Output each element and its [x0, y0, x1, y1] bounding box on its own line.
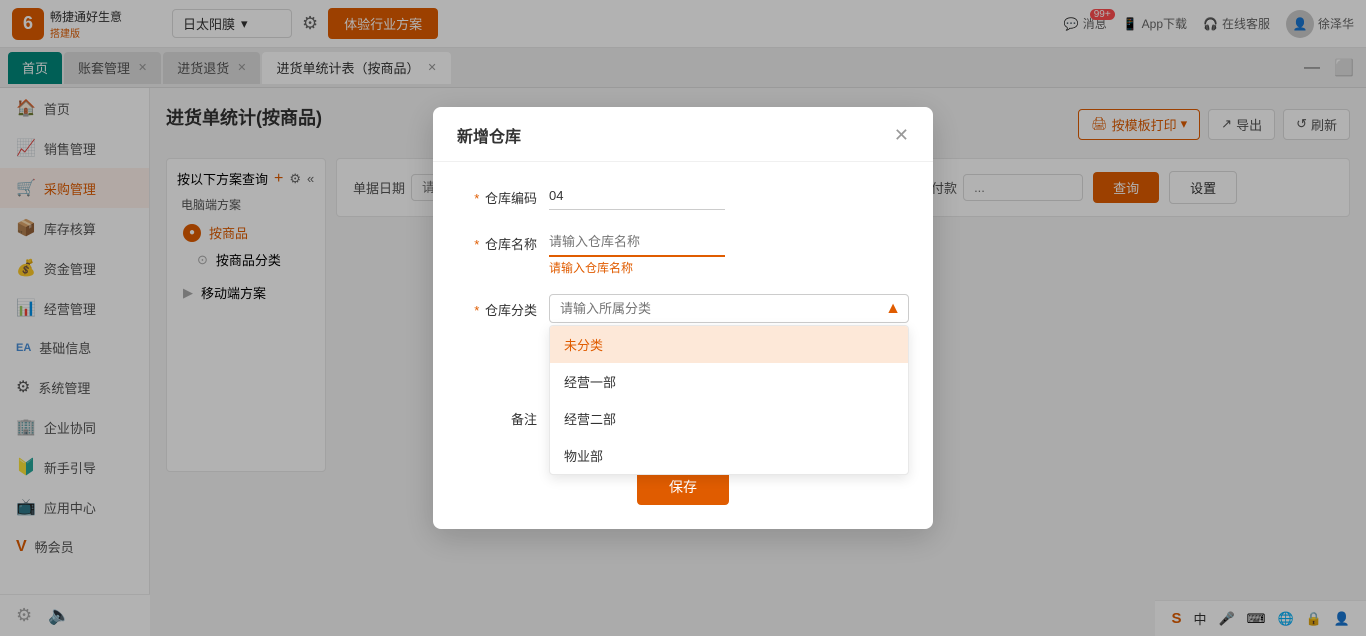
dropdown-option-2[interactable]: 经营二部	[550, 400, 908, 437]
name-input[interactable]	[549, 228, 725, 257]
name-label: * 仓库名称	[457, 228, 537, 253]
modal-title: 新增仓库	[457, 123, 521, 147]
category-label: * 仓库分类	[457, 294, 537, 319]
dropdown-option-1[interactable]: 经营一部	[550, 363, 908, 400]
name-error-msg: 请输入仓库名称	[549, 259, 909, 276]
category-field-wrap: ▲ 未分类 经营一部 经营二部 物业部	[549, 294, 909, 323]
dropdown-option-3[interactable]: 物业部	[550, 437, 908, 474]
modal-close-btn[interactable]: ✕	[894, 125, 909, 146]
name-field-wrap: 请输入仓库名称	[549, 228, 909, 276]
form-row-code: * 仓库编码	[457, 182, 909, 210]
dropdown-option-0[interactable]: 未分类	[550, 326, 908, 363]
modal-body: * 仓库编码 * 仓库名称 请输入仓库名称	[433, 162, 933, 469]
new-warehouse-modal: 新增仓库 ✕ * 仓库编码 * 仓库名称	[433, 107, 933, 529]
note-label: 备注	[457, 403, 537, 428]
category-dropdown-wrap: ▲	[549, 294, 909, 323]
modal-header: 新增仓库 ✕	[433, 107, 933, 162]
modal-overlay: 新增仓库 ✕ * 仓库编码 * 仓库名称	[0, 0, 1366, 636]
dropdown-arrow-icon[interactable]: ▲	[885, 300, 901, 318]
category-dropdown-list: 未分类 经营一部 经营二部 物业部	[549, 325, 909, 475]
form-row-category: * 仓库分类 ▲ 未分类 经营一部 经营二部 物业部	[457, 294, 909, 323]
code-field-wrap	[549, 182, 909, 210]
form-row-name: * 仓库名称 请输入仓库名称	[457, 228, 909, 276]
code-input[interactable]	[549, 182, 725, 210]
category-input[interactable]	[549, 294, 909, 323]
code-label: * 仓库编码	[457, 182, 537, 207]
